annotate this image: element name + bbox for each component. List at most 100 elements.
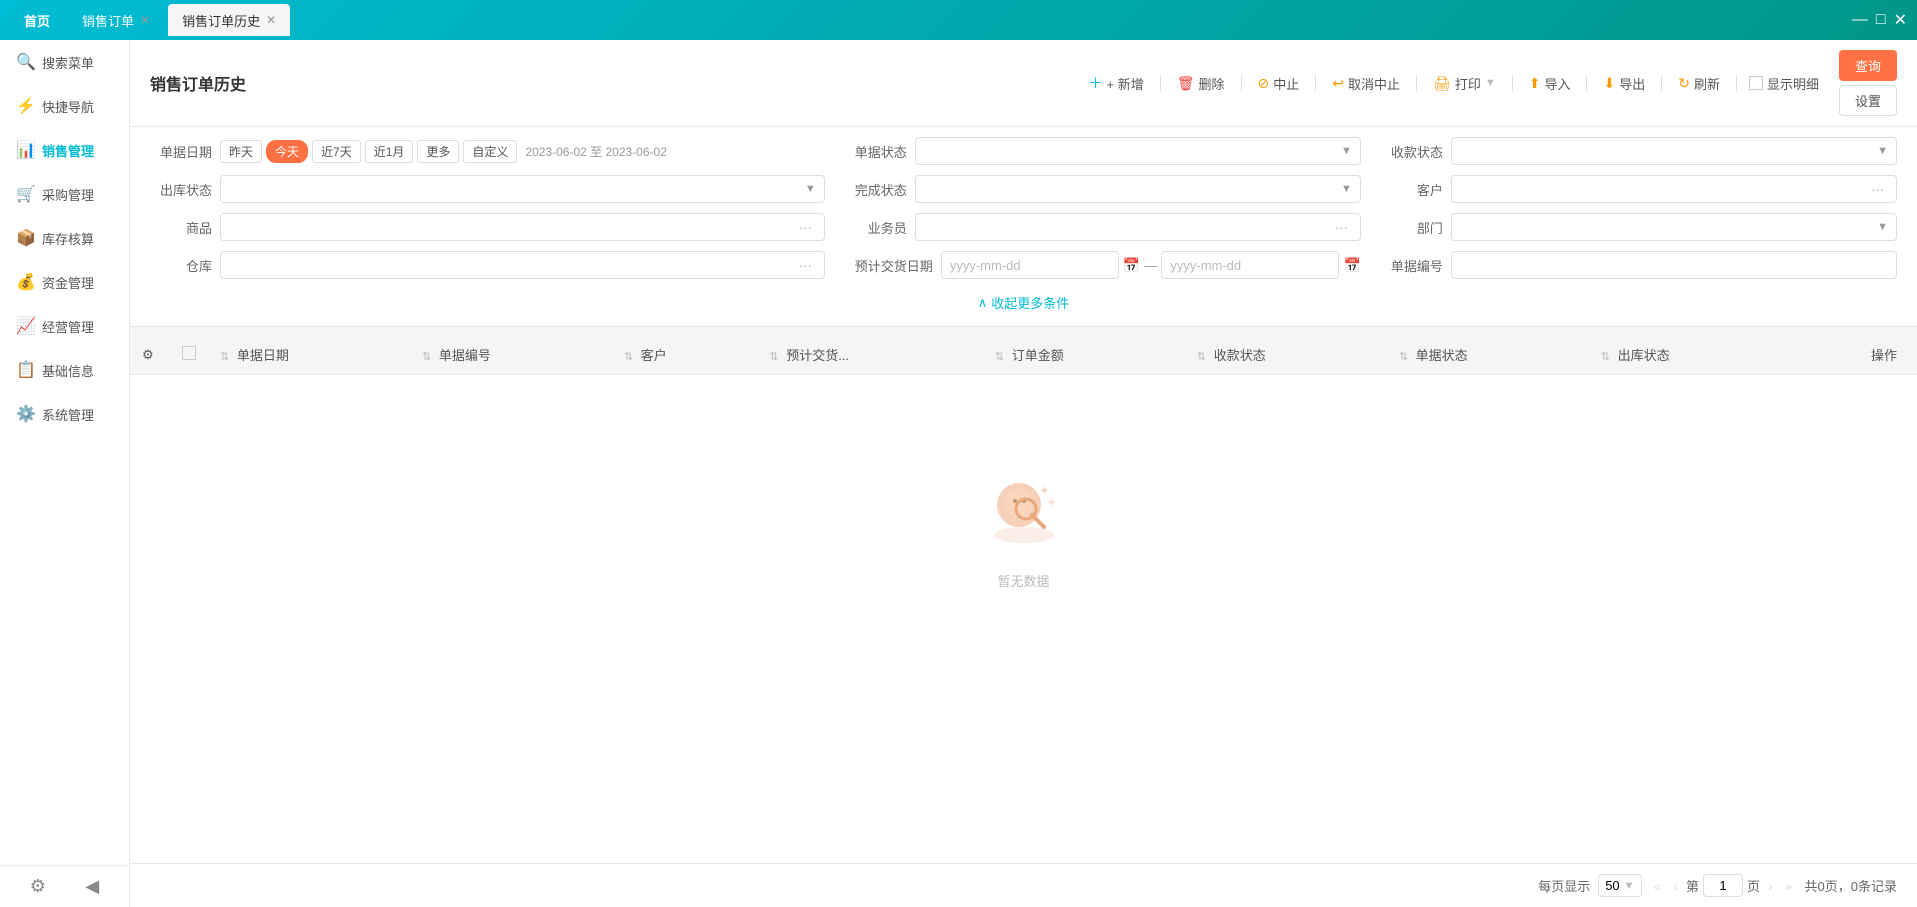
export-button[interactable]: ⬇ 导出 (1599, 72, 1649, 95)
window-close-icon[interactable]: ✕ (1894, 10, 1907, 30)
warehouse-input[interactable]: ··· (220, 251, 825, 279)
purchase-mgmt-icon: 🛒 (16, 184, 34, 204)
window-maximize-icon[interactable]: □ (1876, 11, 1886, 29)
page-prev-btn[interactable]: ‹ (1669, 876, 1682, 896)
sort-arrows-bill-number: ⇅ (422, 351, 431, 363)
date-filter-group: 单据日期 昨天 今天 近7天 近1月 更多 自定义 2023-06-02 至 2… (150, 140, 825, 163)
customer-dots: ··· (1867, 182, 1888, 197)
col-order-amount[interactable]: ⇅ 订单金额 (983, 335, 1185, 375)
delete-label: 删除 (1199, 74, 1225, 93)
col-checkbox[interactable] (170, 335, 208, 375)
date-btn-yesterday[interactable]: 昨天 (220, 140, 262, 163)
import-button[interactable]: ⬆ 导入 (1525, 72, 1575, 95)
display-detail-checkbox[interactable] (1749, 76, 1763, 90)
cancel-stop-icon: ↩ (1332, 75, 1344, 92)
refresh-button[interactable]: ↻ 刷新 (1674, 72, 1724, 95)
top-bar: 首页 销售订单 ✕ 销售订单历史 ✕ — □ ✕ (0, 0, 1917, 40)
date-btn-7days[interactable]: 近7天 (312, 140, 361, 163)
tab-sales-order-history-label: 销售订单历史 (182, 11, 260, 30)
per-page-select[interactable]: 50 ▼ (1598, 874, 1641, 897)
sales-mgmt-icon: 📊 (16, 140, 34, 160)
setting-button[interactable]: 设置 (1839, 85, 1897, 116)
tab-sales-order-close[interactable]: ✕ (140, 13, 150, 27)
tab-home-label: 首页 (24, 11, 50, 30)
col-delivery-date[interactable]: ⇅ 预计交货... (757, 335, 983, 375)
sidebar-item-sys-mgmt[interactable]: ⚙️ 系统管理 (0, 392, 129, 436)
complete-status-filter-group: 完成状态 ▼ (825, 175, 1361, 203)
tab-sales-order-history[interactable]: 销售订单历史 ✕ (168, 4, 290, 36)
window-minus-icon[interactable]: — (1852, 11, 1868, 29)
date-filter-label: 单据日期 (150, 142, 220, 161)
sidebar-item-capital-mgmt[interactable]: 💰 资金管理 (0, 260, 129, 304)
empty-state-row: ✦ ✦ 暂无数据 (130, 375, 1917, 671)
delivery-date-end-calendar-icon[interactable]: 📅 (1343, 257, 1360, 274)
filter-row-2: 出库状态 ▼ 完成状态 ▼ 客户 ··· (150, 175, 1897, 203)
col-bill-number[interactable]: ⇅ 单据编号 (410, 335, 612, 375)
department-select[interactable]: ▼ (1451, 213, 1897, 241)
sidebar-settings-icon[interactable]: ⚙ (30, 876, 46, 897)
col-customer[interactable]: ⇅ 客户 (612, 335, 757, 375)
sidebar-item-purchase-mgmt[interactable]: 🛒 采购管理 (0, 172, 129, 216)
header-checkbox[interactable] (182, 346, 196, 360)
empty-state: ✦ ✦ 暂无数据 (130, 375, 1917, 670)
customer-input[interactable]: ··· (1451, 175, 1897, 203)
col-receipt-status-label: 收款状态 (1214, 348, 1266, 363)
divider-2 (1241, 75, 1242, 91)
sidebar-item-biz-mgmt[interactable]: 📈 经营管理 (0, 304, 129, 348)
bill-number-input[interactable] (1451, 251, 1897, 279)
print-button[interactable]: 🖨 打印 ▼ (1429, 72, 1500, 95)
divider-8 (1736, 75, 1737, 91)
tab-sales-order-history-close[interactable]: ✕ (266, 13, 276, 27)
per-page-label: 每页显示 (1538, 876, 1590, 895)
col-bill-date[interactable]: ⇅ 单据日期 (208, 335, 410, 375)
query-button[interactable]: 查询 (1839, 50, 1897, 81)
inventory-mgmt-icon: 📦 (16, 228, 34, 248)
salesperson-input[interactable]: ··· (915, 213, 1361, 241)
col-settings[interactable]: ⚙ (130, 335, 170, 375)
delivery-date-start-input[interactable]: yyyy-mm-dd (941, 251, 1119, 279)
warehouse-label: 仓库 (150, 256, 220, 275)
page-first-btn[interactable]: « (1650, 876, 1666, 896)
date-btn-more[interactable]: 更多 (417, 140, 459, 163)
import-icon: ⬆ (1529, 75, 1541, 92)
delivery-date-start-calendar-icon[interactable]: 📅 (1123, 257, 1140, 274)
sidebar-collapse-icon[interactable]: ◀ (85, 876, 99, 897)
date-btn-1month[interactable]: 近1月 (365, 140, 414, 163)
display-detail-toggle[interactable]: 显示明细 (1749, 74, 1819, 93)
tab-home[interactable]: 首页 (10, 4, 64, 36)
basic-info-icon: 📋 (16, 360, 34, 380)
sidebar-item-sys-mgmt-label: 系统管理 (42, 405, 94, 424)
date-btn-today[interactable]: 今天 (266, 140, 308, 163)
page-input[interactable] (1703, 874, 1743, 897)
delete-button[interactable]: 🗑 删除 (1173, 72, 1229, 95)
stop-button[interactable]: ⊘ 中止 (1254, 72, 1304, 95)
tab-sales-order[interactable]: 销售订单 ✕ (68, 4, 164, 36)
receipt-status-select[interactable]: ▼ (1451, 137, 1897, 165)
col-receipt-status[interactable]: ⇅ 收款状态 (1185, 335, 1387, 375)
pagination-total: 共0页，0条记录 (1805, 876, 1897, 895)
date-btn-custom[interactable]: 自定义 (463, 140, 517, 163)
delivery-date-end-input[interactable]: yyyy-mm-dd (1161, 251, 1339, 279)
bill-status-select[interactable]: ▼ (915, 137, 1361, 165)
complete-status-select[interactable]: ▼ (915, 175, 1361, 203)
sidebar-item-search-menu[interactable]: 🔍 搜索菜单 (0, 40, 129, 84)
sidebar-item-inventory-mgmt[interactable]: 📦 库存核算 (0, 216, 129, 260)
complete-status-arrow: ▼ (1341, 183, 1352, 195)
collapse-up-icon: ∧ (978, 295, 988, 311)
sidebar-item-sales-mgmt[interactable]: 📊 销售管理 (0, 128, 129, 172)
product-input[interactable]: ··· (220, 213, 825, 241)
col-outbound-status[interactable]: ⇅ 出库状态 (1589, 335, 1791, 375)
sidebar-item-basic-info[interactable]: 📋 基础信息 (0, 348, 129, 392)
cancel-stop-button[interactable]: ↩ 取消中止 (1328, 72, 1404, 95)
page-next-btn[interactable]: › (1764, 876, 1777, 896)
new-button[interactable]: ＋ + 新增 (1085, 71, 1148, 95)
outbound-status-select[interactable]: ▼ (220, 175, 825, 203)
stop-icon: ⊘ (1258, 75, 1270, 92)
sidebar-item-biz-mgmt-label: 经营管理 (42, 317, 94, 336)
page-last-btn[interactable]: » (1781, 876, 1797, 896)
collapse-bar[interactable]: ∧ 收起更多条件 (150, 289, 1897, 316)
col-bill-status[interactable]: ⇅ 单据状态 (1387, 335, 1589, 375)
sidebar-item-quick-nav[interactable]: ⚡ 快捷导航 (0, 84, 129, 128)
delivery-date-start-placeholder: yyyy-mm-dd (950, 258, 1021, 273)
pagination-nav: « ‹ 第 页 › » (1650, 874, 1797, 897)
